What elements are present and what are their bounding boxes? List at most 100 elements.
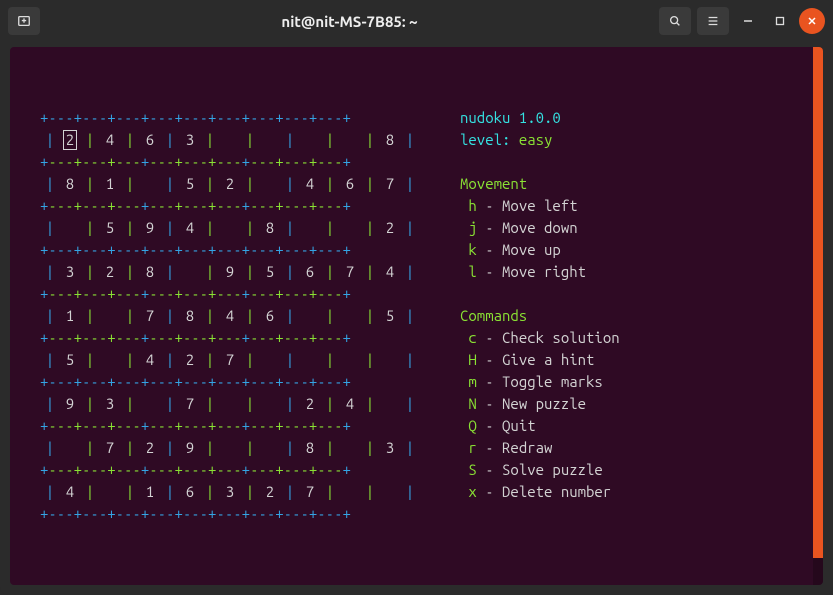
board-cell[interactable]: 7 (220, 349, 240, 371)
board-cell[interactable] (300, 349, 320, 371)
cell-separator: | (360, 481, 380, 503)
board-cell[interactable] (60, 217, 80, 239)
board-cell[interactable] (260, 349, 280, 371)
board-cell[interactable] (100, 481, 120, 503)
board-cell[interactable] (260, 393, 280, 415)
search-icon (668, 14, 682, 28)
board-cell[interactable]: 2 (220, 173, 240, 195)
board-cell[interactable]: 6 (340, 173, 360, 195)
board-cell[interactable]: 2 (100, 261, 120, 283)
board-cell[interactable]: 7 (300, 481, 320, 503)
board-cell[interactable]: 5 (180, 173, 200, 195)
cell-separator: | (160, 261, 180, 283)
board-cursor-cell[interactable]: 2 (60, 129, 80, 151)
board-cell[interactable]: 9 (220, 261, 240, 283)
board-cell[interactable]: 4 (100, 129, 120, 151)
board-cell[interactable]: 2 (380, 217, 400, 239)
board-cell[interactable]: 4 (140, 349, 160, 371)
sudoku-board[interactable]: +---+---+---+---+---+---+---+---+---+|2|… (40, 107, 420, 525)
board-cell[interactable] (100, 305, 120, 327)
board-cell[interactable]: 7 (180, 393, 200, 415)
board-cell[interactable] (340, 129, 360, 151)
board-cell[interactable]: 6 (300, 261, 320, 283)
close-button[interactable] (799, 8, 825, 34)
board-cell[interactable] (140, 393, 160, 415)
terminal-viewport[interactable]: +---+---+---+---+---+---+---+---+---+|2|… (10, 47, 823, 585)
board-cell[interactable]: 9 (140, 217, 160, 239)
board-cell[interactable]: 2 (180, 349, 200, 371)
board-cell[interactable] (340, 305, 360, 327)
scrollbar-track[interactable] (813, 47, 823, 585)
board-cell[interactable] (60, 437, 80, 459)
board-cell[interactable]: 4 (380, 261, 400, 283)
board-cell[interactable] (140, 173, 160, 195)
board-cell[interactable]: 4 (60, 481, 80, 503)
board-cell[interactable]: 4 (340, 393, 360, 415)
cell-separator: | (40, 393, 60, 415)
board-cell[interactable]: 3 (180, 129, 200, 151)
board-cell[interactable] (340, 217, 360, 239)
board-cell[interactable]: 9 (180, 437, 200, 459)
board-cell[interactable]: 2 (140, 437, 160, 459)
board-cell[interactable]: 5 (260, 261, 280, 283)
cell-separator: | (120, 481, 140, 503)
board-cell[interactable]: 8 (300, 437, 320, 459)
board-cell[interactable]: 7 (100, 437, 120, 459)
board-cell[interactable] (300, 129, 320, 151)
board-cell[interactable] (260, 173, 280, 195)
board-cell[interactable] (300, 217, 320, 239)
board-cell[interactable]: 7 (340, 261, 360, 283)
board-cell[interactable] (340, 481, 360, 503)
board-separator-minor: +---+---+---+---+---+---+---+---+---+ (40, 327, 420, 349)
board-cell[interactable] (340, 349, 360, 371)
board-cell[interactable]: 8 (60, 173, 80, 195)
search-button[interactable] (659, 7, 691, 35)
board-cell[interactable]: 3 (220, 481, 240, 503)
board-cell[interactable] (180, 261, 200, 283)
board-cell[interactable]: 5 (60, 349, 80, 371)
board-cell[interactable] (380, 481, 400, 503)
board-cell[interactable]: 8 (260, 217, 280, 239)
board-cell[interactable]: 5 (380, 305, 400, 327)
board-cell[interactable] (220, 217, 240, 239)
board-cell[interactable] (340, 437, 360, 459)
board-cell[interactable] (220, 437, 240, 459)
board-cell[interactable] (300, 305, 320, 327)
board-cell[interactable]: 2 (300, 393, 320, 415)
maximize-button[interactable] (767, 8, 793, 34)
board-cell[interactable]: 6 (260, 305, 280, 327)
board-cell[interactable]: 3 (100, 393, 120, 415)
minimize-button[interactable] (735, 8, 761, 34)
board-cell[interactable]: 6 (140, 129, 160, 151)
board-cell[interactable]: 1 (60, 305, 80, 327)
board-cell[interactable] (220, 393, 240, 415)
board-cell[interactable]: 3 (380, 437, 400, 459)
board-cell[interactable]: 1 (140, 481, 160, 503)
board-cell[interactable]: 4 (300, 173, 320, 195)
board-cell[interactable]: 8 (380, 129, 400, 151)
board-cell[interactable]: 8 (140, 261, 160, 283)
board-cell[interactable]: 4 (180, 217, 200, 239)
cell-separator: | (120, 305, 140, 327)
board-cell[interactable]: 4 (220, 305, 240, 327)
board-cell[interactable]: 5 (100, 217, 120, 239)
board-cell[interactable]: 9 (60, 393, 80, 415)
command-item: N - New puzzle (460, 393, 620, 415)
new-tab-button[interactable] (8, 7, 40, 35)
board-cell[interactable]: 6 (180, 481, 200, 503)
board-cell[interactable]: 3 (60, 261, 80, 283)
board-cell[interactable]: 7 (380, 173, 400, 195)
board-cell[interactable] (380, 393, 400, 415)
board-cell[interactable] (100, 349, 120, 371)
board-cell[interactable] (260, 129, 280, 151)
board-cell[interactable]: 8 (180, 305, 200, 327)
board-cell[interactable] (260, 437, 280, 459)
board-cell[interactable] (380, 349, 400, 371)
scrollbar-thumb[interactable] (813, 47, 823, 558)
board-cell[interactable] (220, 129, 240, 151)
board-cell[interactable]: 7 (140, 305, 160, 327)
board-cell[interactable]: 2 (260, 481, 280, 503)
board-cell[interactable]: 1 (100, 173, 120, 195)
menu-button[interactable] (697, 7, 729, 35)
terminal-window: nit@nit-MS-7B85: ~ +---+---+---+---+---+ (0, 0, 833, 595)
